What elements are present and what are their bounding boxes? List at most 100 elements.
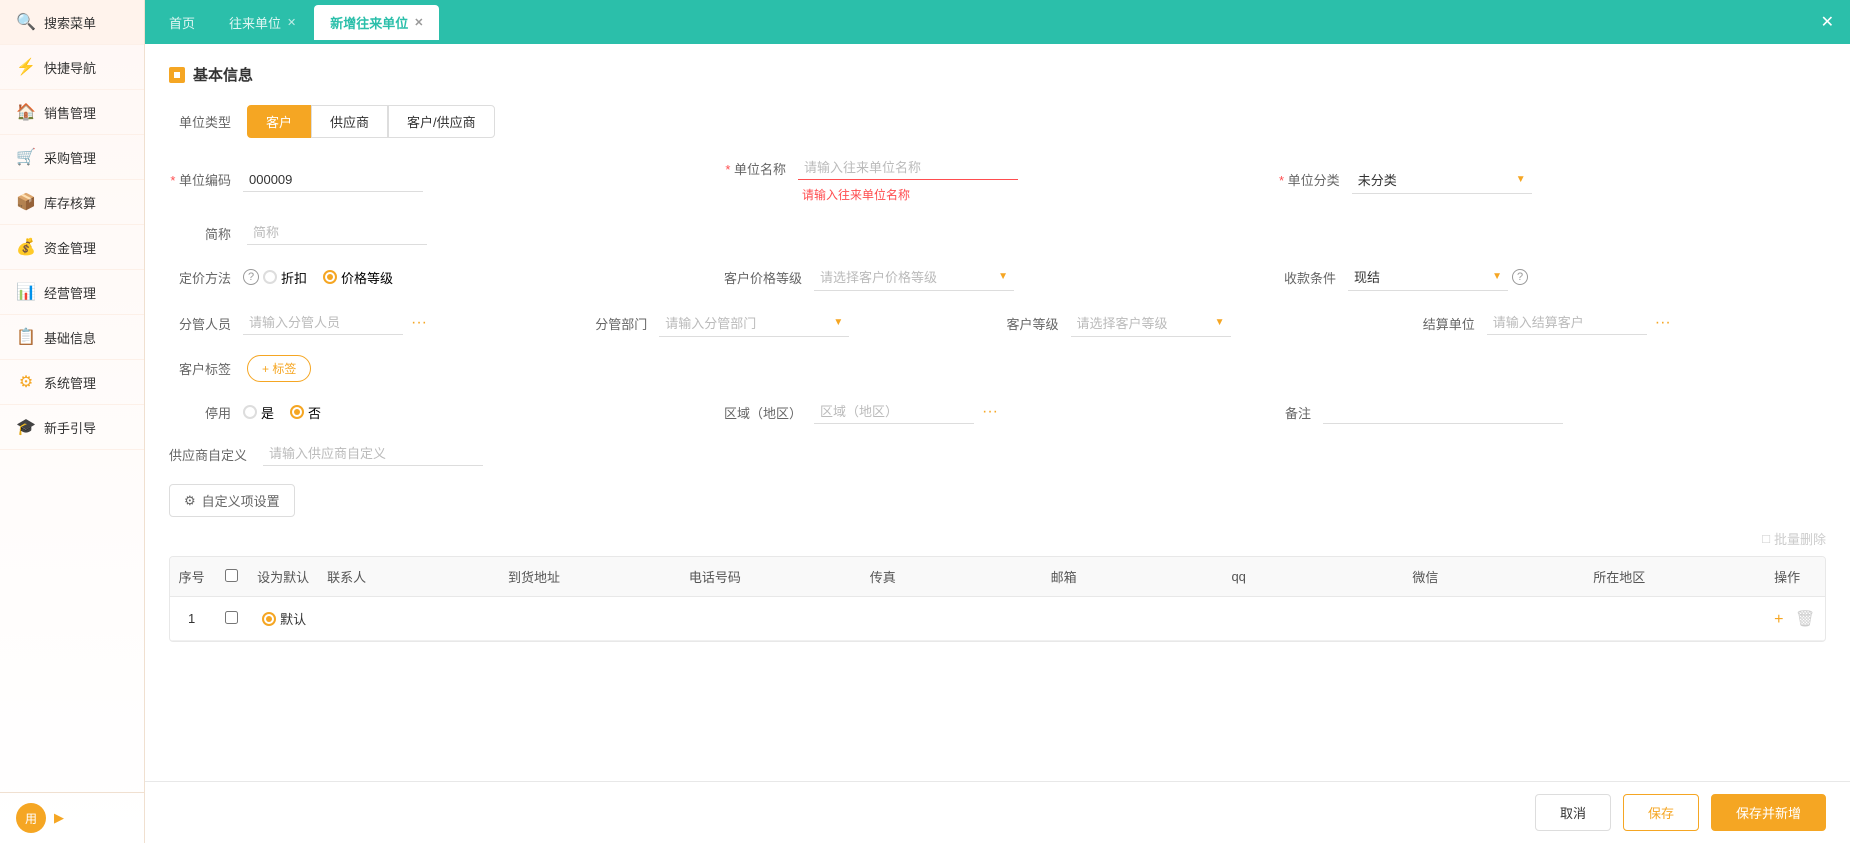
payment-terms-help[interactable]: ? [1512,269,1528,285]
save-new-button[interactable]: 保存并新增 [1711,794,1826,831]
department-select[interactable]: 请输入分管部门 ▼ [659,309,849,337]
disabled-yes[interactable]: 是 [243,403,274,422]
unit-type-both[interactable]: 客户/供应商 [388,105,495,138]
quick-nav-icon: ⚡ [16,57,36,77]
col-no: 序号 [170,557,213,597]
unit-type-supplier[interactable]: 供应商 [311,105,388,138]
sidebar-item-quick-nav[interactable]: ⚡ 快捷导航 [0,45,144,90]
pricing-discount-radio [263,270,277,284]
pricing-method-field: 定价方法 ? 折扣 价格等级 [169,268,716,287]
custom-settings-btn[interactable]: ⚙ 自定义项设置 [169,484,295,517]
row-check [213,597,249,641]
sidebar-item-system[interactable]: ⚙ 系统管理 [0,360,144,405]
select-all-checkbox[interactable] [225,569,238,582]
row-address [500,597,681,641]
sidebar-item-finance[interactable]: 💰 资金管理 [0,225,144,270]
payment-terms-label: 收款条件 [1279,268,1344,287]
phone-input[interactable] [689,607,849,630]
avatar: 用 [16,803,46,833]
add-tag-btn[interactable]: + 标签 [247,355,311,382]
unit-type-row: 单位类型 客户 供应商 客户/供应商 [169,105,1826,138]
tab-contacts-close[interactable]: ✕ [287,16,296,29]
disabled-radio-group: 是 否 [243,403,321,422]
supplier-custom-label: 供应商自定义 [169,445,255,464]
section-icon [169,67,185,83]
pricing-level[interactable]: 价格等级 [323,268,393,287]
region-input[interactable] [814,400,974,424]
settlement-label: 结算单位 [1418,314,1483,333]
supplier-custom-input[interactable] [263,442,483,466]
region-row-input[interactable] [1593,607,1753,630]
manager-row: 分管人员 ··· 分管部门 请输入分管部门 ▼ 客户等级 请选择客户等级 ▼ [169,309,1826,337]
qq-input[interactable] [1231,607,1391,630]
unit-category-select[interactable]: 未分类 ▼ [1352,166,1532,194]
batch-delete-icon: □ [1762,531,1770,546]
sales-icon: 🏠 [16,102,36,122]
tab-new-contact[interactable]: 新增往来单位 ✕ [314,5,439,40]
sidebar-item-inventory[interactable]: 📦 库存核算 [0,180,144,225]
sidebar-item-basic-info[interactable]: 📋 基础信息 [0,315,144,360]
expand-icon[interactable]: ▶ [54,810,64,826]
delete-row-btn[interactable]: 🗑 [1795,611,1815,628]
tab-bar-close[interactable]: ✕ [1813,8,1842,36]
purchase-icon: 🛒 [16,147,36,167]
address-input[interactable] [508,607,668,630]
fax-input[interactable] [870,607,1030,630]
tab-contacts[interactable]: 往来单位 ✕ [213,5,312,40]
row-qq [1223,597,1404,641]
col-wechat: 微信 [1404,557,1585,597]
unit-name-error: 请输入往来单位名称 [802,186,910,203]
unit-code-input[interactable] [243,168,423,192]
sidebar-item-guide[interactable]: 🎓 新手引导 [0,405,144,450]
payment-terms-select[interactable]: 现结 ▼ [1348,263,1508,291]
unit-name-label: 单位名称 [724,159,794,178]
sidebar: 🔍 搜索菜单 ⚡ 快捷导航 🏠 销售管理 🛒 采购管理 📦 库存核算 💰 资金管… [0,0,145,843]
customer-level-select[interactable]: 请选择客户等级 ▼ [1071,309,1231,337]
payment-terms-arrow: ▼ [1492,271,1502,282]
notes-input[interactable] [1323,400,1563,424]
section-title: 基本信息 [193,64,253,85]
wechat-input[interactable] [1412,607,1572,630]
col-fax: 传真 [862,557,1043,597]
contacts-table: 序号 设为默认 联系人 到货地址 电话号码 传真 邮箱 qq 微信 所在地区 操… [170,557,1825,641]
save-button[interactable]: 保存 [1623,794,1699,831]
sidebar-item-purchase[interactable]: 🛒 采购管理 [0,135,144,180]
price-level-field: 客户价格等级 请选择客户价格等级 ▼ [724,263,1271,291]
col-actions: 操作 [1766,557,1825,597]
cancel-button[interactable]: 取消 [1535,794,1611,831]
unit-type-customer[interactable]: 客户 [247,105,311,138]
col-address: 到货地址 [500,557,681,597]
pricing-radio-group: 折扣 价格等级 [263,268,393,287]
supplier-custom-row: 供应商自定义 [169,442,1826,466]
row-default: 默认 [249,597,319,641]
contact-input[interactable] [327,607,487,630]
region-more-btn[interactable]: ··· [978,403,1002,421]
sidebar-item-sales[interactable]: 🏠 销售管理 [0,90,144,135]
email-input[interactable] [1051,607,1211,630]
sidebar-item-operations[interactable]: 📊 经营管理 [0,270,144,315]
row-fax [862,597,1043,641]
unit-name-input[interactable] [798,156,1018,180]
pricing-help-icon[interactable]: ? [243,269,259,285]
customer-level-label: 客户等级 [1002,314,1067,333]
row-default-radio [262,612,276,626]
search-icon: 🔍 [16,12,36,32]
manager-input[interactable] [243,311,403,335]
settlement-more-btn[interactable]: ··· [1651,314,1675,332]
settlement-input[interactable] [1487,311,1647,335]
tab-home[interactable]: 首页 [153,5,211,40]
bottom-bar: 取消 保存 保存并新增 [145,781,1850,843]
price-level-select[interactable]: 请选择客户价格等级 ▼ [814,263,1014,291]
unit-code-label: 单位编码 [169,170,239,189]
row-checkbox[interactable] [225,611,238,624]
disabled-no[interactable]: 否 [290,403,321,422]
batch-delete[interactable]: □ 批量删除 [169,529,1826,548]
tab-new-contact-close[interactable]: ✕ [414,16,423,29]
add-row-btn[interactable]: + [1774,611,1783,628]
row-default-radio-item[interactable]: 默认 [257,609,311,628]
disabled-yes-radio [243,405,257,419]
sidebar-item-search[interactable]: 🔍 搜索菜单 [0,0,144,45]
manager-more-btn[interactable]: ··· [407,314,431,332]
short-name-input[interactable] [247,221,427,245]
pricing-discount[interactable]: 折扣 [263,268,307,287]
